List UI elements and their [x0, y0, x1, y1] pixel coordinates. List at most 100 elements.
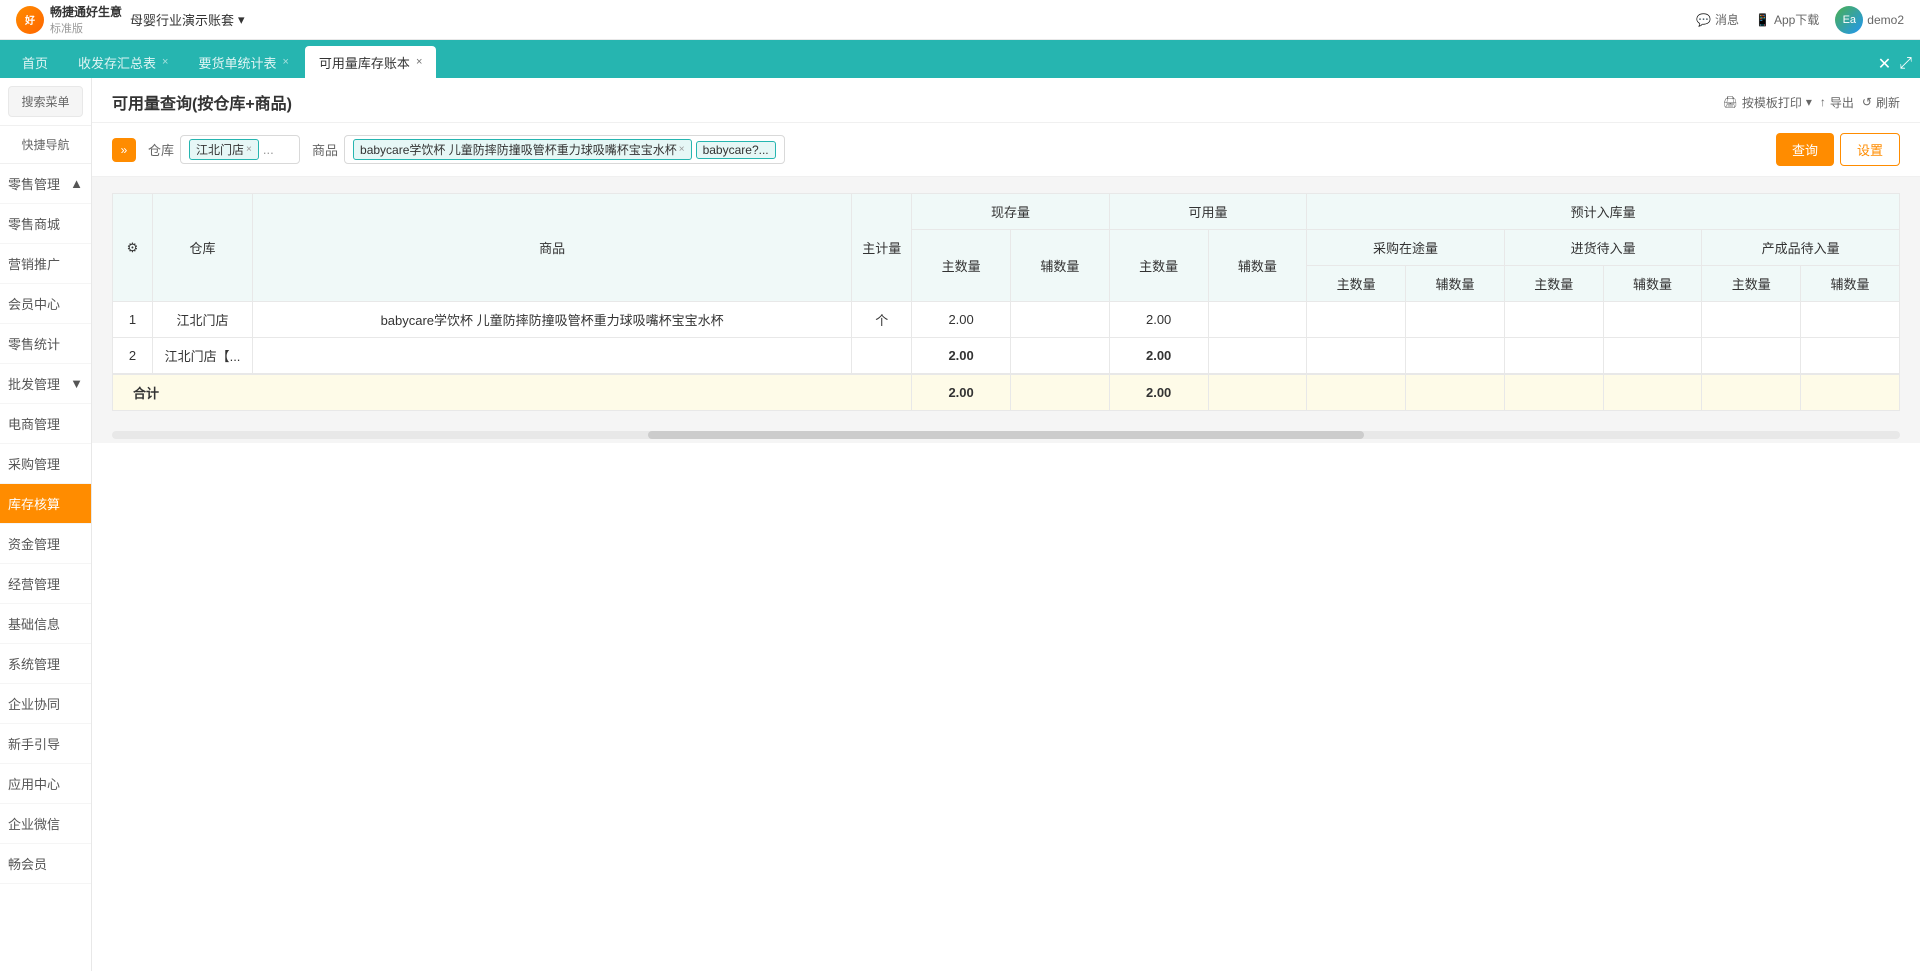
sidebar-item-finance[interactable]: 资金管理 — [0, 524, 91, 564]
sidebar-item-wholesale-arrow: ▼ — [70, 376, 83, 391]
data-table: ⚙ 仓库 商品 主计量 现存量 可用量 预计入库量 主数量 辅数量 — [112, 193, 1900, 411]
available-header: 可用量 — [1109, 194, 1307, 230]
sidebar-item-retail-mgmt[interactable]: 零售管理 ▲ — [0, 164, 91, 204]
refresh-label: 刷新 — [1876, 94, 1900, 111]
tab-receipt-summary[interactable]: 收发存汇总表 × — [64, 46, 182, 78]
avail-aux-qty-header: 辅数量 — [1208, 230, 1307, 302]
sidebar-item-retail-mall-label: 零售商城 — [8, 214, 60, 233]
industry-selector[interactable]: 母婴行业演示账套 ▾ — [130, 10, 245, 29]
header-left: 好 畅捷通好生意 标准版 母婴行业演示账套 ▾ — [16, 3, 245, 36]
row-1-incoming-aux — [1603, 302, 1702, 338]
logo-main-text: 畅捷通好生意 — [50, 3, 122, 20]
message-label: 消息 — [1715, 11, 1739, 28]
product-filter-label: 商品 — [312, 140, 338, 159]
footer-incoming-aux — [1603, 374, 1702, 411]
sidebar-item-wholesale-mgmt[interactable]: 批发管理 ▼ — [0, 364, 91, 404]
filter-expand-btn[interactable]: » — [112, 138, 136, 162]
avail-main-qty-header: 主数量 — [1109, 230, 1208, 302]
scroll-track[interactable] — [112, 431, 1900, 439]
sidebar-item-member[interactable]: 会员中心 — [0, 284, 91, 324]
sidebar-item-system-label: 系统管理 — [8, 654, 60, 673]
row-1-warehouse: 江北门店 — [153, 302, 253, 338]
product-tag-1-text: babycare学饮杯 儿童防摔防撞吸管杯重力球吸嘴杯宝宝水杯 — [360, 141, 677, 158]
sidebar-item-retail-stats[interactable]: 零售统计 — [0, 324, 91, 364]
sidebar-item-purchase-label: 采购管理 — [8, 454, 60, 473]
tab-available-stock-close[interactable]: × — [416, 56, 422, 68]
query-btn[interactable]: 查询 — [1776, 133, 1834, 166]
incoming-pending-header: 进货待入量 — [1504, 230, 1702, 266]
purchase-main-qty-header: 主数量 — [1307, 266, 1406, 302]
print-btn[interactable]: 🖨 按模板打印 ▾ — [1723, 94, 1812, 111]
sidebar-item-enterprise[interactable]: 企业协同 — [0, 684, 91, 724]
tab-available-stock[interactable]: 可用量库存账本 × — [305, 46, 436, 78]
row-1-purchase-main — [1307, 302, 1406, 338]
sidebar-item-operations[interactable]: 经营管理 — [0, 564, 91, 604]
sidebar-item-newbie-label: 新手引导 — [8, 734, 60, 753]
user-area[interactable]: Ea demo2 — [1835, 6, 1904, 34]
row-2-purchase-aux — [1406, 338, 1505, 375]
planned-inbound-header: 预计入库量 — [1307, 194, 1900, 230]
logo-sub-text: 标准版 — [50, 20, 122, 36]
footer-production-aux — [1801, 374, 1900, 411]
sidebar-item-wechat[interactable]: 企业微信 — [0, 804, 91, 844]
row-1-production-aux — [1801, 302, 1900, 338]
table-row: 2 江北门店【... 2.00 2.00 — [113, 338, 1900, 375]
row-2-avail-aux — [1208, 338, 1307, 375]
scroll-thumb[interactable] — [648, 431, 1363, 439]
settings-btn[interactable]: 设置 — [1840, 133, 1900, 166]
product-tag-1-remove[interactable]: × — [679, 144, 685, 155]
search-menu-btn[interactable]: 搜索菜单 — [8, 86, 83, 117]
export-btn[interactable]: ↑ 导出 — [1820, 94, 1854, 111]
sidebar-item-finance-label: 资金管理 — [8, 534, 60, 553]
header-right: 💬 消息 📱 App下载 Ea demo2 — [1696, 6, 1904, 34]
sidebar-item-inventory-label: 库存核算 — [8, 494, 60, 513]
sidebar-item-app-center[interactable]: 应用中心 — [0, 764, 91, 804]
app-download-btn[interactable]: 📱 App下载 — [1755, 11, 1819, 28]
row-2-purchase-main — [1307, 338, 1406, 375]
row-1-avail-main: 2.00 — [1109, 302, 1208, 338]
sidebar-item-ecommerce[interactable]: 电商管理 — [0, 404, 91, 444]
sidebar-item-newbie[interactable]: 新手引导 — [0, 724, 91, 764]
message-btn[interactable]: 💬 消息 — [1696, 11, 1739, 28]
refresh-btn[interactable]: ↺ 刷新 — [1862, 94, 1900, 111]
product-tag-1: babycare学饮杯 儿童防摔防撞吸管杯重力球吸嘴杯宝宝水杯 × — [353, 139, 692, 160]
product-tag-container[interactable]: babycare学饮杯 儿童防摔防撞吸管杯重力球吸嘴杯宝宝水杯 × babyca… — [344, 135, 785, 164]
tab-home[interactable]: 首页 — [8, 46, 62, 78]
table-area: ⚙ 仓库 商品 主计量 现存量 可用量 预计入库量 主数量 辅数量 — [92, 177, 1920, 427]
row-2-production-aux — [1801, 338, 1900, 375]
window-expand-btn[interactable]: ⤢ — [1899, 55, 1912, 73]
tab-receipt-summary-close[interactable]: × — [162, 56, 168, 68]
warehouse-filter-dots[interactable]: ... — [263, 142, 274, 157]
window-close-btn[interactable]: ✕ — [1878, 54, 1891, 74]
footer-label: 合计 — [113, 374, 912, 411]
row-1-purchase-aux — [1406, 302, 1505, 338]
sidebar-item-purchase[interactable]: 采购管理 — [0, 444, 91, 484]
sidebar-item-system[interactable]: 系统管理 — [0, 644, 91, 684]
footer-avail-aux — [1208, 374, 1307, 411]
sidebar-item-retail-mgmt-arrow: ▲ — [70, 176, 83, 191]
quick-nav-btn[interactable]: 快捷导航 — [0, 126, 91, 164]
sidebar-item-inventory[interactable]: 库存核算 — [0, 484, 91, 524]
warehouse-tag-text: 江北门店 — [196, 141, 244, 158]
sidebar-item-basic-info[interactable]: 基础信息 — [0, 604, 91, 644]
scroll-area — [92, 427, 1920, 443]
warehouse-tag-container[interactable]: 江北门店 × ... — [180, 135, 300, 164]
sidebar-item-operations-label: 经营管理 — [8, 574, 60, 593]
industry-label: 母婴行业演示账套 — [130, 10, 234, 29]
sidebar-item-retail-mall[interactable]: 零售商城 — [0, 204, 91, 244]
row-1-stock-main: 2.00 — [912, 302, 1011, 338]
warehouse-tag-remove[interactable]: × — [246, 144, 252, 155]
sidebar-item-marketing[interactable]: 营销推广 — [0, 244, 91, 284]
sidebar-search-area: 搜索菜单 — [0, 78, 91, 126]
print-label: 按模板打印 — [1742, 94, 1802, 111]
sidebar-item-member-service[interactable]: 畅会员 — [0, 844, 91, 884]
page-actions: 🖨 按模板打印 ▾ ↑ 导出 ↺ 刷新 — [1723, 94, 1900, 111]
footer-stock-aux — [1011, 374, 1110, 411]
row-1-production-main — [1702, 302, 1801, 338]
tab-order-stats-close[interactable]: × — [282, 56, 288, 68]
window-buttons: ✕ ⤢ — [1878, 54, 1912, 78]
footer-purchase-aux — [1406, 374, 1505, 411]
top-header: 好 畅捷通好生意 标准版 母婴行业演示账套 ▾ 💬 消息 📱 App下载 Ea … — [0, 0, 1920, 40]
settings-column-header[interactable]: ⚙ — [113, 194, 153, 302]
tab-order-stats[interactable]: 要货单统计表 × — [184, 46, 302, 78]
